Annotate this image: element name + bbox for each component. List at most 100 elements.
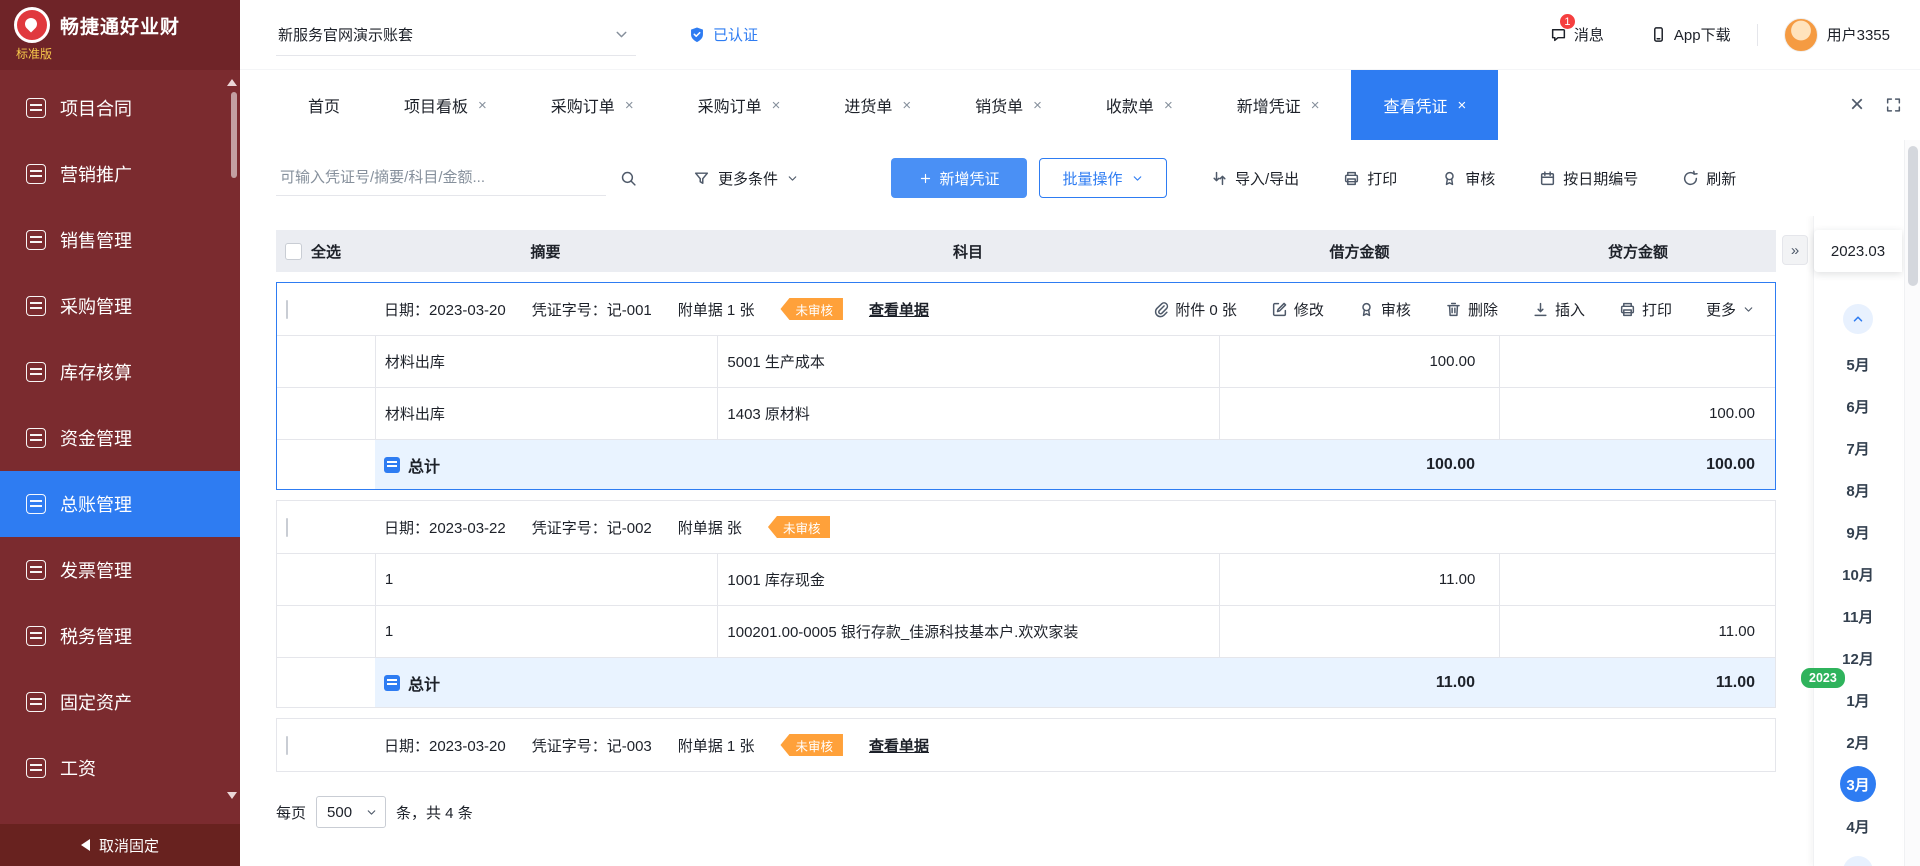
tab-close-icon[interactable]: ×: [1458, 97, 1467, 114]
audit-button[interactable]: 审核: [1441, 168, 1495, 189]
month-item-active[interactable]: 3月: [1840, 766, 1876, 802]
general-ledger-icon: [26, 494, 46, 514]
month-item[interactable]: 9月: [1846, 520, 1869, 544]
tab-purchase-order-2[interactable]: 采购订单 ×: [666, 70, 813, 140]
sidebar-item-marketing[interactable]: 营销推广: [0, 141, 240, 207]
tab-view-voucher[interactable]: 查看凭证 ×: [1351, 70, 1499, 140]
sidebar-item-invoice[interactable]: 发票管理: [0, 537, 240, 603]
tab-project-board[interactable]: 项目看板 ×: [372, 70, 519, 140]
sidebar-item-label: 销售管理: [60, 231, 132, 251]
sidebar-item-tax[interactable]: 税务管理: [0, 603, 240, 669]
view-document-link[interactable]: 查看单据: [869, 299, 929, 320]
audit-button[interactable]: 审核: [1358, 299, 1411, 320]
sidebar-item-funds[interactable]: 资金管理: [0, 405, 240, 471]
voucher-entry-row[interactable]: 材料出库 5001 生产成本 100.00: [277, 335, 1775, 387]
close-all-tabs-icon[interactable]: ×: [1850, 93, 1864, 117]
attachment-button[interactable]: 附件 0 张: [1152, 299, 1237, 320]
app-download-button[interactable]: App下载: [1650, 24, 1731, 45]
collapse-panel-button[interactable]: »: [1782, 235, 1808, 265]
sidebar-scrollbar-thumb[interactable]: [231, 92, 237, 178]
month-item[interactable]: 7月: [1846, 436, 1869, 460]
app-download-label: App下载: [1673, 27, 1731, 44]
tab-close-icon[interactable]: ×: [1164, 97, 1173, 114]
voucher-checkbox[interactable]: [286, 735, 288, 755]
tab-purchase-order-1[interactable]: 采购订单 ×: [519, 70, 666, 140]
voucher-checkbox[interactable]: [286, 299, 288, 319]
voucher-actions: 附件 0 张 修改 审核 删除 插入 打印 更多: [1152, 299, 1755, 320]
scrollbar-thumb[interactable]: [1908, 146, 1918, 286]
voucher-checkbox[interactable]: [286, 517, 288, 537]
debit-cell: [1218, 388, 1500, 439]
number-by-date-button[interactable]: 按日期编号: [1539, 168, 1638, 189]
current-period-label: 2023.03: [1814, 230, 1902, 272]
insert-button[interactable]: 插入: [1532, 299, 1585, 320]
delete-button[interactable]: 删除: [1445, 299, 1498, 320]
print-button[interactable]: 打印: [1619, 299, 1672, 320]
sidebar-item-general-ledger[interactable]: 总账管理: [0, 471, 240, 537]
refresh-button[interactable]: 刷新: [1682, 168, 1736, 189]
status-badge: 未审核: [767, 516, 831, 538]
voucher-entry-row[interactable]: 1 100201.00-0005 银行存款_佳源科技基本户.欢欢家装 11.00: [277, 605, 1775, 657]
month-item[interactable]: 1月: [1846, 688, 1869, 712]
tab-close-icon[interactable]: ×: [902, 97, 911, 114]
vertical-scrollbar[interactable]: [1904, 140, 1920, 866]
tab-sales-delivery[interactable]: 销货单 ×: [943, 70, 1074, 140]
month-item[interactable]: 11月: [1843, 604, 1874, 628]
account-set-label: 新服务官网演示账套: [278, 26, 414, 44]
sidebar-item-label: 项目合同: [60, 99, 132, 119]
month-item[interactable]: 5月: [1846, 352, 1869, 376]
more-filters-button[interactable]: 更多条件: [693, 168, 799, 189]
tab-close-icon[interactable]: ×: [478, 97, 487, 114]
edit-button[interactable]: 修改: [1271, 299, 1324, 320]
sidebar-item-purchase[interactable]: 采购管理: [0, 273, 240, 339]
month-item[interactable]: 4月: [1846, 814, 1869, 838]
sidebar-item-sales[interactable]: 销售管理: [0, 207, 240, 273]
tab-close-icon[interactable]: ×: [625, 97, 634, 114]
import-export-button[interactable]: 导入/导出: [1211, 168, 1299, 189]
sidebar-item-fixed-assets[interactable]: 固定资产: [0, 669, 240, 735]
sidebar-item-inventory[interactable]: 库存核算: [0, 339, 240, 405]
month-item[interactable]: 8月: [1846, 478, 1869, 502]
sidebar-item-project-contract[interactable]: 项目合同: [0, 75, 240, 141]
unpin-sidebar-button[interactable]: 取消固定: [0, 824, 240, 866]
voucher-entry-row[interactable]: 材料出库 1403 原材料 100.00: [277, 387, 1775, 439]
batch-operations-button[interactable]: 批量操作: [1039, 158, 1168, 198]
sidebar-item-payroll[interactable]: 工资: [0, 735, 240, 801]
user-menu[interactable]: 用户3355: [1783, 17, 1890, 52]
account-set-select[interactable]: 新服务官网演示账套: [276, 14, 636, 56]
per-page-value: 500: [327, 803, 353, 821]
voucher-search-field[interactable]: [276, 160, 606, 196]
tab-close-icon[interactable]: ×: [1311, 97, 1320, 114]
search-icon[interactable]: [620, 170, 637, 187]
voucher-date: 日期：2023-03-20: [384, 301, 506, 319]
select-all-checkbox[interactable]: [285, 242, 302, 260]
sidebar-scroll-down-icon[interactable]: [227, 792, 237, 804]
voucher-attachment-count: 附单据 1 张: [677, 737, 755, 755]
tab-home[interactable]: 首页: [276, 70, 372, 140]
search-input[interactable]: [280, 169, 602, 186]
print-button[interactable]: 打印: [1343, 168, 1397, 189]
sidebar-item-label: 库存核算: [60, 363, 132, 383]
add-voucher-button[interactable]: 新增凭证: [891, 158, 1028, 198]
sidebar-scroll-up-icon[interactable]: [227, 74, 237, 86]
per-page-select[interactable]: 500: [316, 796, 387, 828]
fullscreen-icon[interactable]: [1885, 97, 1902, 114]
pagination: 每页 500 条，共 4 条: [276, 796, 1776, 828]
month-item[interactable]: 12月: [1842, 646, 1874, 670]
view-document-link[interactable]: 查看单据: [869, 735, 929, 756]
tab-close-icon[interactable]: ×: [1033, 97, 1042, 114]
tab-close-icon[interactable]: ×: [772, 97, 781, 114]
month-item[interactable]: 10月: [1842, 562, 1874, 586]
year-badge: 2023: [1801, 668, 1845, 688]
month-item[interactable]: 6月: [1846, 394, 1869, 418]
tab-receipt[interactable]: 收款单 ×: [1074, 70, 1205, 140]
more-button[interactable]: 更多: [1706, 299, 1755, 320]
voucher-entry-row[interactable]: 1 1001 库存现金 11.00: [277, 553, 1775, 605]
messages-button[interactable]: 1 消息: [1550, 13, 1604, 45]
tab-goods-receipt[interactable]: 进货单 ×: [812, 70, 943, 140]
tab-new-voucher[interactable]: 新增凭证 ×: [1205, 70, 1352, 140]
username-label: 用户3355: [1826, 27, 1890, 44]
scroll-months-up-button[interactable]: [1843, 304, 1873, 334]
month-item[interactable]: 2月: [1846, 730, 1869, 754]
scroll-months-down-button[interactable]: [1843, 856, 1873, 866]
